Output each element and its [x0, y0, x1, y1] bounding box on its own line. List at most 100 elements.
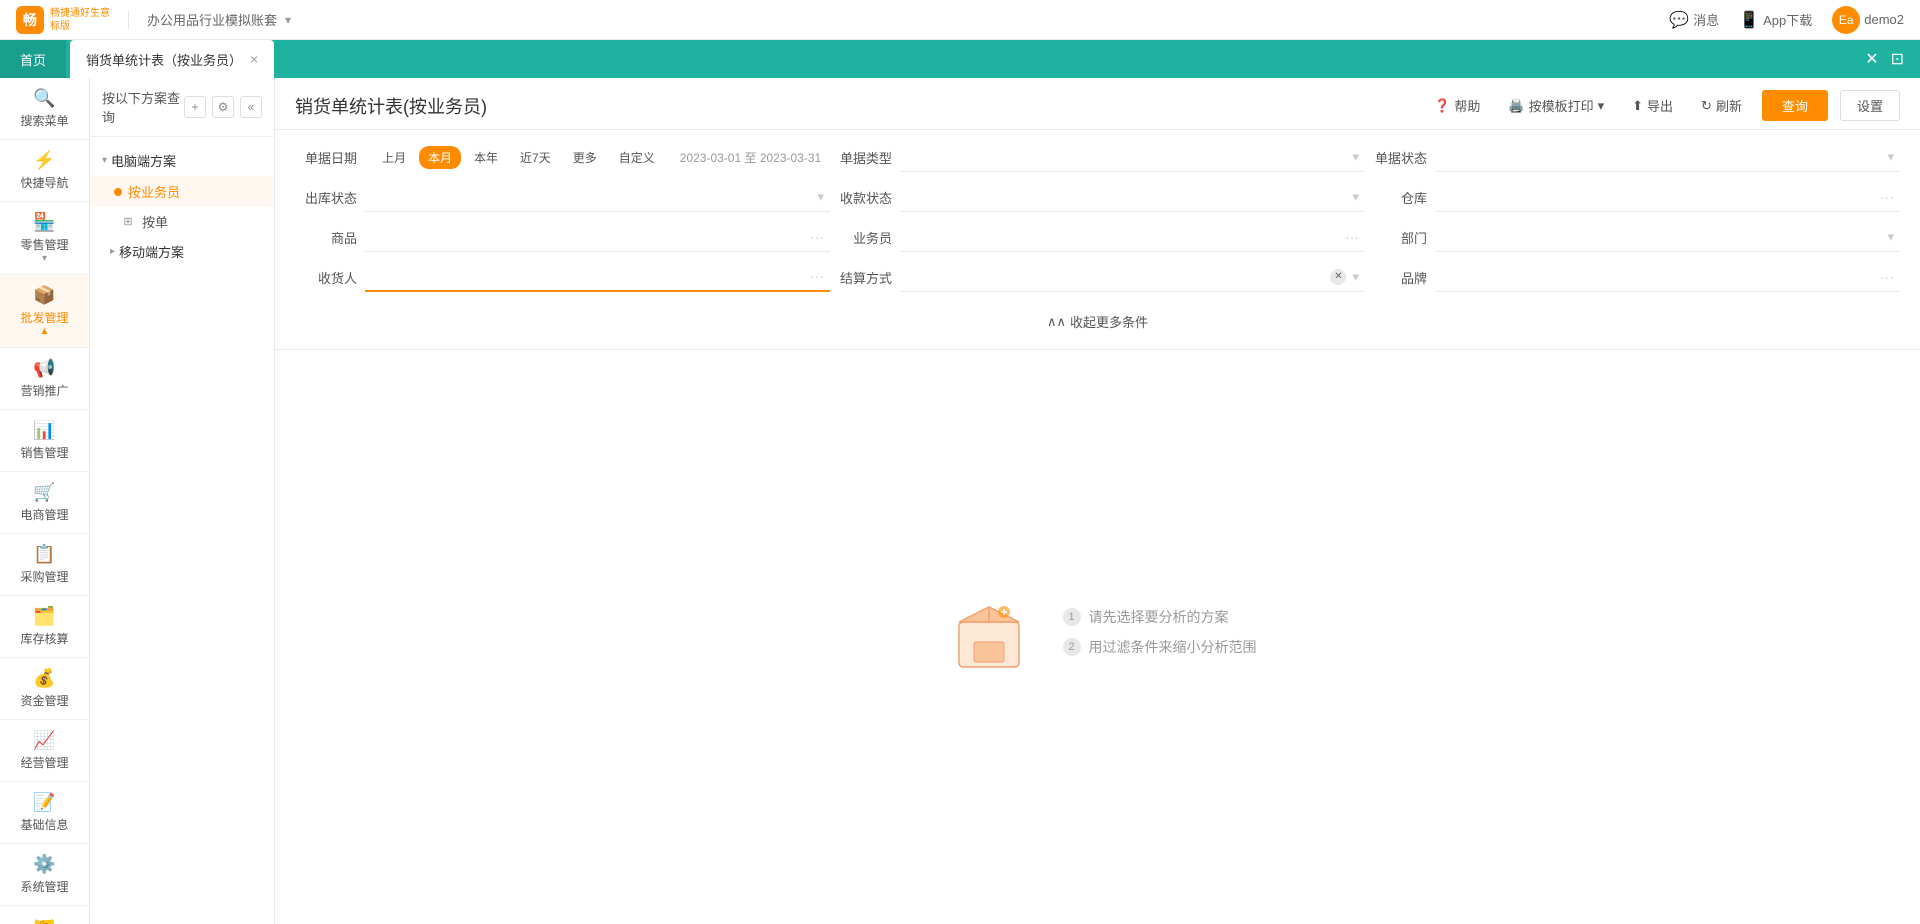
out-status-input-wrap[interactable]: ▾ — [365, 182, 830, 212]
sidebar-item-quick[interactable]: ⚡ 快捷导航 — [0, 140, 89, 202]
sidebar-item-quick-label: 快捷导航 — [20, 174, 68, 191]
department-label: 部门 — [1365, 228, 1435, 247]
wholesale-expand: ▲ — [40, 326, 50, 337]
hint-text-1: 请先选择要分析的方案 — [1089, 607, 1229, 627]
schema-sub-item-by-order[interactable]: ⊞ 按单 — [90, 207, 274, 236]
hint-text-2: 用过滤条件来缩小分析范围 — [1089, 637, 1257, 657]
active-dot-icon — [114, 188, 122, 196]
warehouse-label: 仓库 — [1365, 188, 1435, 207]
query-btn[interactable]: 查询 — [1762, 90, 1828, 121]
nav-divider — [128, 10, 129, 30]
date-btn-custom[interactable]: 自定义 — [610, 146, 664, 169]
schema-group-pc-header[interactable]: ▾ 电脑端方案 — [90, 145, 274, 176]
sidebar-item-enterprise[interactable]: 🤝 企业协同 — [0, 906, 89, 924]
sidebar-item-ecommerce[interactable]: 🛒 电商管理 — [0, 472, 89, 534]
sidebar-item-inventory[interactable]: 🗂️ 库存核算 — [0, 596, 89, 658]
message-btn[interactable]: 💬 消息 — [1669, 10, 1719, 30]
sidebar-item-inventory-label: 库存核算 — [20, 630, 68, 647]
payment-status-input-wrap[interactable]: ▾ — [900, 182, 1365, 212]
empty-hint-1: 1 请先选择要分析的方案 — [1063, 607, 1257, 627]
date-btn-this-year[interactable]: 本年 — [465, 146, 507, 169]
payment-status-section: 收款状态 ▾ — [830, 182, 1365, 212]
mobile-group-chevron: ▸ — [110, 246, 115, 257]
receiver-section: 收货人 ··· — [295, 262, 830, 292]
page-title: 销货单统计表(按业务员) — [295, 93, 487, 119]
sub-icon: ⊞ — [120, 215, 136, 228]
ecommerce-icon: 🛒 — [33, 482, 55, 503]
sidebar-item-search-label: 搜索菜单 — [20, 112, 68, 129]
tab-bar: 首页 销货单统计表（按业务员） × ✕ ⊡ — [0, 40, 1920, 78]
sidebar-item-retail[interactable]: 🏪 零售管理 ▾ — [0, 202, 89, 275]
goods-label: 商品 — [295, 228, 365, 247]
goods-input-wrap[interactable]: ··· — [365, 222, 830, 252]
collapse-up-icon: ∧∧ — [1047, 314, 1066, 330]
sidebar-item-marketing[interactable]: 📢 营销推广 — [0, 348, 89, 410]
help-label: 帮助 — [1454, 96, 1480, 115]
retail-expand: ▾ — [42, 253, 47, 264]
schema-group-mobile-header[interactable]: ▸ 移动端方案 — [90, 236, 274, 267]
settlement-label: 结算方式 — [830, 268, 900, 287]
tab-active[interactable]: 销货单统计表（按业务员） × — [70, 40, 274, 78]
out-status-label: 出库状态 — [295, 188, 365, 207]
inventory-icon: 🗂️ — [33, 606, 55, 627]
app-download-btn[interactable]: 📱 App下载 — [1739, 10, 1812, 30]
print-label: 按模板打印 — [1529, 96, 1594, 115]
settings-btn[interactable]: 设置 — [1840, 90, 1900, 121]
date-btn-last-month[interactable]: 上月 — [373, 146, 415, 169]
refresh-btn[interactable]: ↻ 刷新 — [1693, 92, 1750, 119]
salesperson-section: 业务员 ··· — [830, 222, 1365, 252]
help-btn[interactable]: ❓ 帮助 — [1426, 92, 1488, 119]
schema-item-by-salesperson[interactable]: 按业务员 — [90, 176, 274, 207]
quick-icon: ⚡ — [33, 150, 55, 171]
purchase-icon: 📋 — [33, 544, 55, 565]
user-area[interactable]: Ea demo2 — [1832, 6, 1904, 34]
salesperson-input-wrap[interactable]: ··· — [900, 222, 1365, 252]
schema-group-pc: ▾ 电脑端方案 按业务员 ⊞ 按单 — [90, 145, 274, 236]
receiver-input-wrap[interactable]: ··· — [365, 262, 830, 292]
logo-text: 畅捷通好生意 标版 — [50, 7, 110, 33]
settlement-clear-icon[interactable]: ✕ — [1330, 269, 1346, 285]
brand-input-wrap[interactable]: ··· — [1435, 262, 1900, 292]
filter-row-4: 收货人 ··· 结算方式 ✕ ▾ — [295, 262, 1900, 292]
settlement-input-wrap[interactable]: ✕ ▾ — [900, 262, 1365, 292]
date-btn-7days[interactable]: 近7天 — [511, 146, 560, 169]
schema-settings-btn[interactable]: ⚙ — [212, 96, 234, 118]
window-close-icon[interactable]: ✕ — [1865, 49, 1878, 69]
warehouse-section: 仓库 ··· — [1365, 182, 1900, 212]
window-expand-icon[interactable]: ⊡ — [1891, 49, 1904, 69]
retail-icon: 🏪 — [33, 212, 55, 233]
doc-type-input-wrap[interactable]: ▾ — [900, 142, 1365, 172]
sidebar-item-system[interactable]: ⚙️ 系统管理 — [0, 844, 89, 906]
enterprise-icon: 🤝 — [33, 916, 55, 924]
receiver-label: 收货人 — [295, 268, 365, 287]
print-btn[interactable]: 🖨️ 按模板打印 ▾ — [1500, 92, 1612, 119]
sidebar-item-basic[interactable]: 📝 基础信息 — [0, 782, 89, 844]
sidebar-item-search[interactable]: 🔍 搜索菜单 — [0, 78, 89, 140]
receiver-dots-icon: ··· — [804, 268, 830, 284]
warehouse-input-wrap[interactable]: ··· — [1435, 182, 1900, 212]
collapse-btn[interactable]: ∧∧ 收起更多条件 — [1027, 306, 1168, 337]
department-input-wrap[interactable]: ▾ — [1435, 222, 1900, 252]
goods-dots-icon: ··· — [804, 229, 830, 245]
sidebar-item-operations[interactable]: 📈 经营管理 — [0, 720, 89, 782]
goods-section: 商品 ··· — [295, 222, 830, 252]
help-icon: ❓ — [1434, 98, 1450, 114]
hint-num-2: 2 — [1063, 638, 1081, 656]
add-schema-btn[interactable]: + — [184, 96, 206, 118]
empty-illustration — [939, 587, 1039, 687]
tab-close-icon[interactable]: × — [250, 51, 258, 67]
export-btn[interactable]: ⬆ 导出 — [1624, 92, 1681, 119]
nav-dropdown[interactable]: ▾ — [285, 13, 291, 27]
doc-status-input-wrap[interactable]: ▾ — [1435, 142, 1900, 172]
sidebar-item-sales[interactable]: 📊 销售管理 — [0, 410, 89, 472]
collapse-panel-btn[interactable]: « — [240, 96, 262, 118]
empty-hint-2: 2 用过滤条件来缩小分析范围 — [1063, 637, 1257, 657]
sidebar-item-finance[interactable]: 💰 资金管理 — [0, 658, 89, 720]
tab-home[interactable]: 首页 — [0, 40, 66, 78]
sidebar-item-wholesale[interactable]: 📦 批发管理 ▲ — [0, 275, 89, 348]
sidebar-item-purchase[interactable]: 📋 采购管理 — [0, 534, 89, 596]
app-download-label: App下载 — [1763, 10, 1812, 29]
payment-status-dropdown-icon: ▾ — [1346, 189, 1365, 205]
date-btn-more[interactable]: 更多 — [564, 146, 606, 169]
date-btn-this-month[interactable]: 本月 — [419, 146, 461, 169]
